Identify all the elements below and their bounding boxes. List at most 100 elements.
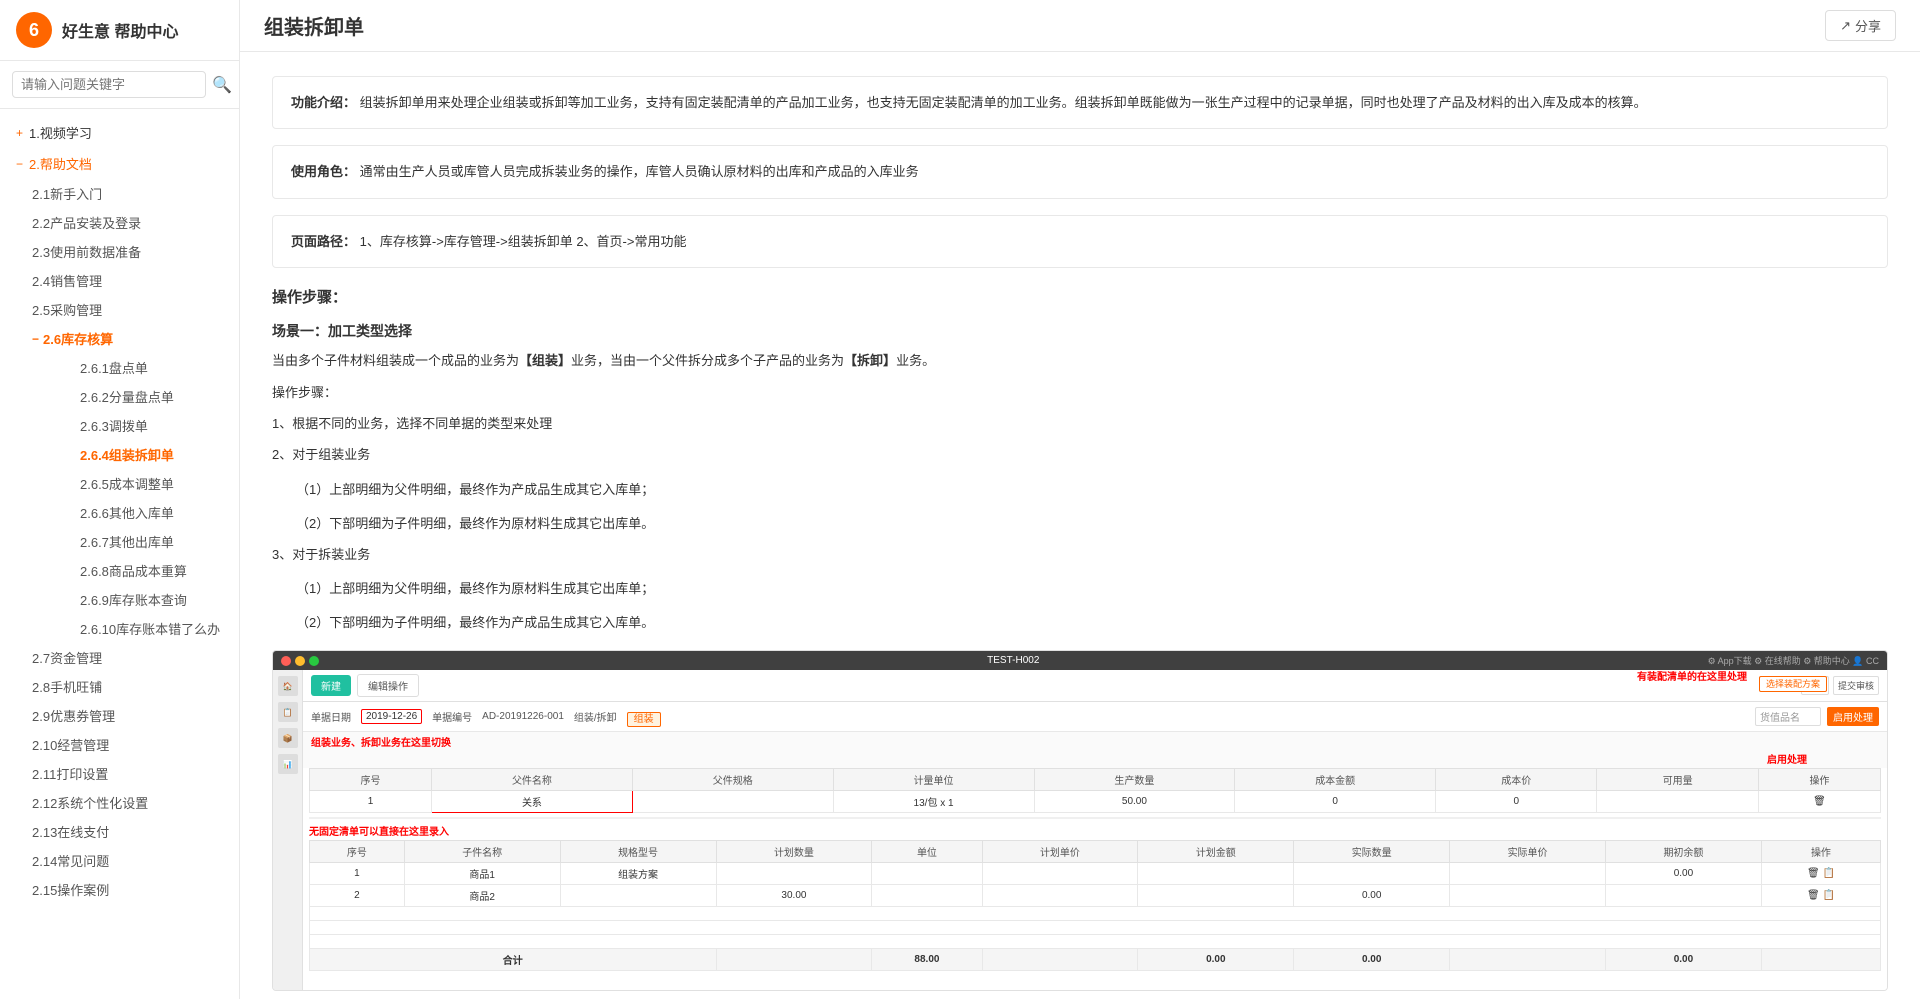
share-icon: ↗: [1840, 18, 1851, 34]
mock-annotations-area: 组装业务、拆卸业务在这里切换 启用处理: [303, 732, 1887, 768]
sidebar-item-help-docs[interactable]: − 2.帮助文档: [0, 148, 239, 179]
search-input[interactable]: [12, 71, 206, 98]
nav-sub-inventory: 2.6.1盘点单 2.6.2分量盘点单 2.6.3调拨单 2.6.4组装拆卸单 …: [32, 353, 239, 643]
sidebar-item-cost-recalc[interactable]: 2.6.8商品成本重算: [80, 556, 239, 585]
sidebar-item-system-config[interactable]: 2.12系统个性化设置: [32, 788, 239, 817]
sidebar-item-cost-adjust[interactable]: 2.6.5成本调整单: [80, 469, 239, 498]
th-actual-price: 实际单价: [1450, 841, 1606, 863]
sidebar-item-video-learning[interactable]: + 1.视频学习: [0, 117, 239, 148]
mock-btn-submit[interactable]: 提交审核: [1833, 676, 1879, 695]
mock-select-plan-btn[interactable]: 选择装配方案: [1759, 674, 1827, 690]
maximize-ctrl: [309, 656, 319, 666]
sidebar-item-other-out[interactable]: 2.6.7其他出库单: [80, 527, 239, 556]
th-qty: 计量单位: [833, 769, 1034, 791]
mock-right-form: 货值品名 启用处理: [1755, 707, 1879, 726]
share-button[interactable]: ↗ 分享: [1825, 10, 1896, 41]
td-seq: 2: [310, 885, 405, 907]
role-text: 通常由生产人员或库管人员完成拆装业务的操作，库管人员确认原材料的出库和产成品的入…: [360, 164, 919, 179]
path-text: 1、库存核算->库存管理->组装拆卸单 2、首页->常用功能: [360, 234, 687, 249]
annotation-assembly-switch: 组装业务、拆卸业务在这里切换: [303, 732, 1887, 751]
sidebar-item-sales[interactable]: 2.4销售管理: [32, 266, 239, 295]
sidebar-item-print[interactable]: 2.11打印设置: [32, 759, 239, 788]
tf-total-label: 合计: [310, 949, 717, 971]
mock-lower-table: 无固定清单可以直接在这里录入 序号 子件名称 规格型号 计划数量 单位 计划单价: [303, 819, 1887, 990]
td-unit: [872, 885, 982, 907]
mock-tab-new[interactable]: 新建: [311, 675, 351, 696]
steps-label: 操作步骤：: [272, 286, 1888, 307]
sidebar-item-other-in[interactable]: 2.6.6其他入库单: [80, 498, 239, 527]
mock-form-row: 单据日期 2019-12-26 单据编号 AD-20191226-001 组装/…: [303, 702, 1887, 732]
sidebar-item-ops[interactable]: 2.10经营管理: [32, 730, 239, 759]
th-plan-qty: 计划数量: [716, 841, 872, 863]
td-balance: [1606, 885, 1762, 907]
mock-window-title: TEST-H002: [987, 655, 1039, 666]
scene1-title: 场景一：加工类型选择: [272, 321, 1888, 341]
table-row: 1 关系 13/包 x 1 50.00 0 0 🗑: [310, 791, 1881, 813]
intro-box: 功能介绍： 组装拆卸单用来处理企业组装或拆卸等加工业务，支持有固定装配清单的产品…: [272, 76, 1888, 129]
td-op: 🗑 📋: [1761, 885, 1880, 907]
table-row: 1 商品1 组装方案 0.00: [310, 863, 1881, 885]
sidebar-search-bar: 🔍: [0, 61, 239, 109]
sidebar-item-stockcount[interactable]: 2.6.1盘点单: [80, 353, 239, 382]
role-label: 使用角色：: [291, 164, 356, 179]
sidebar-item-inventory-error[interactable]: 2.6.10库存账本错了么办: [80, 614, 239, 643]
td-op: 🗑 📋: [1761, 863, 1880, 885]
mock-num-value: AD-20191226-001: [482, 711, 564, 722]
th-prod-qty: 生产数量: [1034, 769, 1235, 791]
app-title: 好生意 帮助中心: [62, 18, 178, 42]
annotation-assembly-plan: 有装配清单的在这里处理: [1637, 668, 1747, 683]
th-plan-type: 规格型号: [560, 841, 716, 863]
sidebar-item-faq[interactable]: 2.14常见问题: [32, 846, 239, 875]
mock-search-goods[interactable]: 货值品名: [1755, 707, 1821, 726]
sidebar-item-inventory-book[interactable]: 2.6.9库存账本查询: [80, 585, 239, 614]
annotation-no-plan: 无固定清单可以直接在这里录入: [309, 823, 1881, 838]
sidebar-item-partial-count[interactable]: 2.6.2分量盘点单: [80, 382, 239, 411]
sidebar-item-purchase[interactable]: 2.5采购管理: [32, 295, 239, 324]
mock-assembly-type[interactable]: 组装: [627, 712, 661, 727]
td-unit: [872, 863, 982, 885]
step2-1: （1）上部明细为父件明细，最终作为产成品生成其它入库单；: [296, 475, 1888, 505]
step2-sub: （1）上部明细为父件明细，最终作为产成品生成其它入库单； （2）下部明细为子件明…: [272, 475, 1888, 539]
sidebar-item-newbie[interactable]: 2.1新手入门: [32, 179, 239, 208]
mock-main-body: 新建 编辑操作 有装配清单的在这里处理 选择装配方案 保存 提交审核: [303, 670, 1887, 990]
mock-tab-edit[interactable]: 编辑操作: [357, 674, 419, 697]
td-name: 商品1: [404, 863, 560, 885]
sidebar-item-finance[interactable]: 2.7资金管理: [32, 643, 239, 672]
th-op: 操作: [1761, 841, 1880, 863]
sidebar-header: 6 好生意 帮助中心: [0, 0, 239, 61]
td-actual-q: 0.00: [1294, 885, 1450, 907]
sidebar-item-coupon[interactable]: 2.9优惠券管理: [32, 701, 239, 730]
mock-date-label: 单据日期: [311, 709, 351, 724]
sidebar-item-inventory[interactable]: − 2.6库存核算: [32, 324, 239, 353]
th-parent-name: 父件名称: [432, 769, 633, 791]
sidebar-item-data-prep[interactable]: 2.3使用前数据准备: [32, 237, 239, 266]
sidebar-item-transfer[interactable]: 2.6.3调拨单: [80, 411, 239, 440]
th-balance: 期初余额: [1606, 841, 1762, 863]
table-row: [310, 921, 1881, 935]
td-name: 商品2: [404, 885, 560, 907]
search-button[interactable]: 🔍: [212, 75, 232, 95]
sidebar-item-mobile[interactable]: 2.8手机旺铺: [32, 672, 239, 701]
steps-intro2: 操作步骤：: [272, 381, 1888, 404]
step3-sub: （1）上部明细为父件明细，最终作为原材料生成其它出库单； （2）下部明细为子件明…: [272, 574, 1888, 638]
td-plan-p: [982, 863, 1138, 885]
sidebar-item-assembly[interactable]: 2.6.4组装拆卸单: [80, 440, 239, 469]
td-spec: [632, 791, 833, 813]
td-cost-p: 0: [1436, 791, 1597, 813]
step1: 1、根据不同的业务，选择不同单据的类型来处理: [272, 412, 1888, 435]
mock-tabs-bar: 新建 编辑操作 有装配清单的在这里处理 选择装配方案 保存 提交审核: [303, 670, 1887, 702]
tf-v1: [716, 949, 872, 971]
mock-table-child-body: 1 商品1 组装方案 0.00: [310, 863, 1881, 949]
sidebar-item-online-pay[interactable]: 2.13在线支付: [32, 817, 239, 846]
td-spec: 组装方案: [560, 863, 716, 885]
path-label: 页面路径：: [291, 234, 356, 249]
sidebar-item-install[interactable]: 2.2产品安装及登录: [32, 208, 239, 237]
th-avail: 可用量: [1597, 769, 1758, 791]
collapse-icon-inventory: −: [32, 332, 39, 346]
mock-type-label: 组装/拆卸: [574, 709, 617, 724]
sidebar-item-cases[interactable]: 2.15操作案例: [32, 875, 239, 904]
mock-process-btn[interactable]: 启用处理: [1827, 707, 1879, 726]
td-name: 关系: [432, 791, 633, 813]
th-unit: 单位: [872, 841, 982, 863]
th-cost-price: 成本价: [1436, 769, 1597, 791]
